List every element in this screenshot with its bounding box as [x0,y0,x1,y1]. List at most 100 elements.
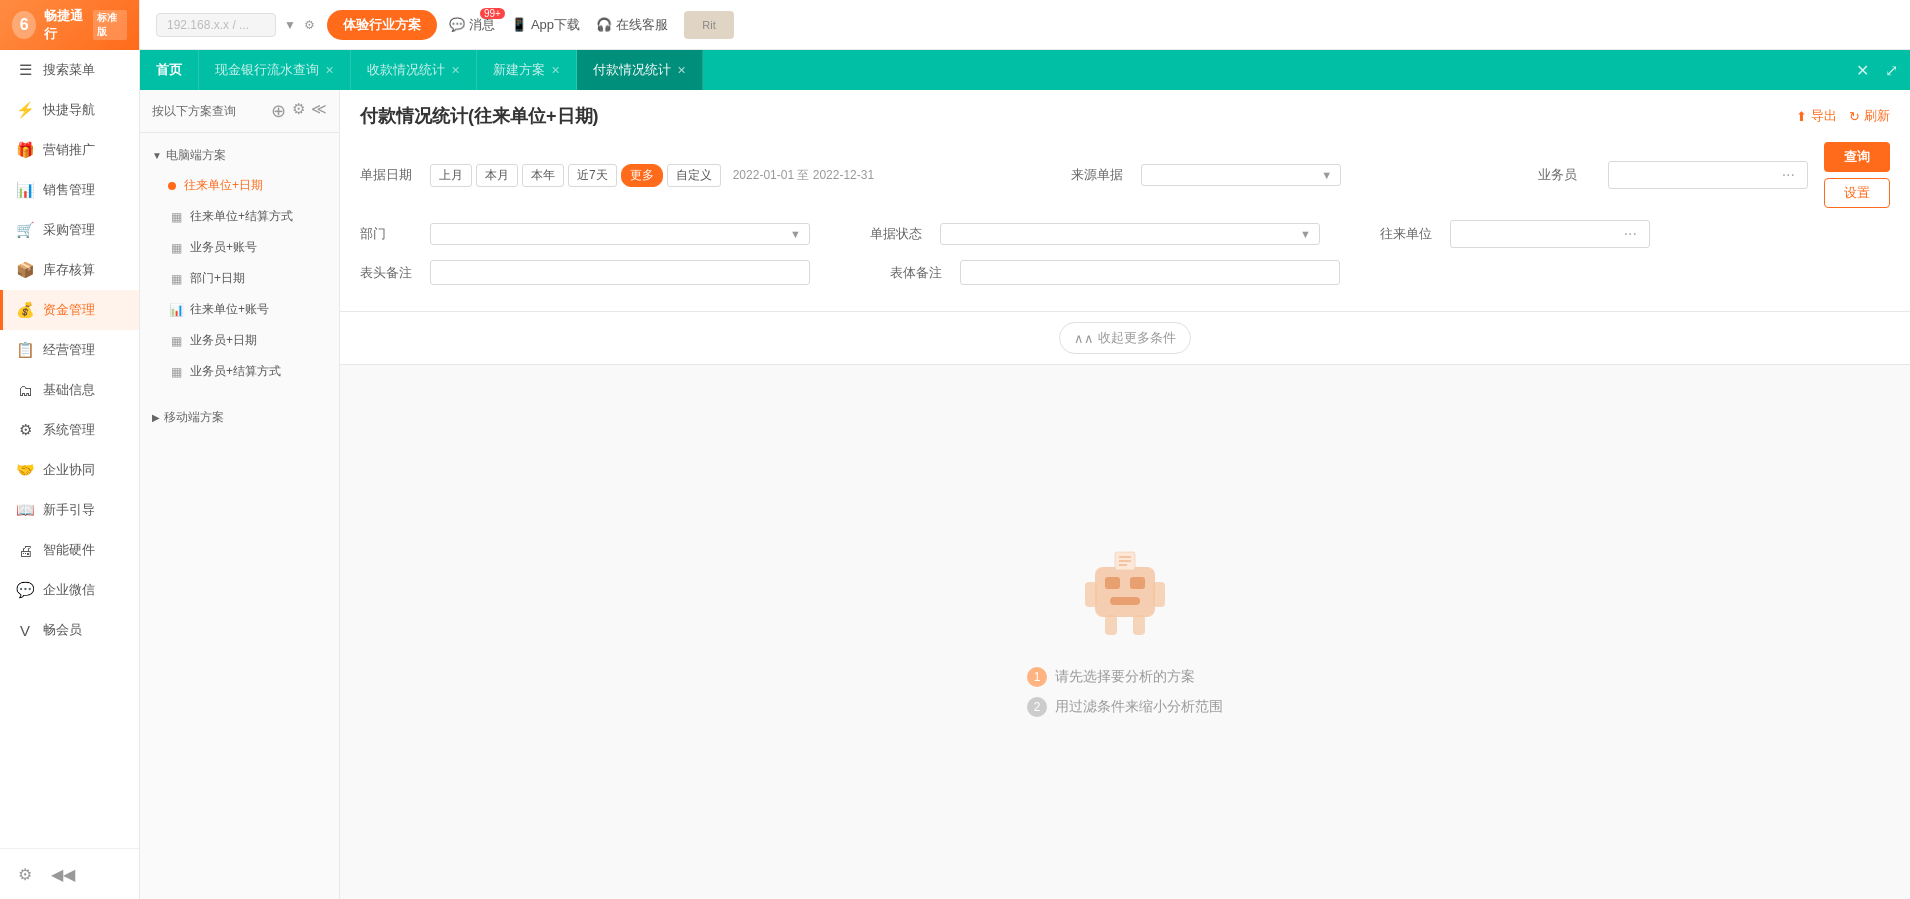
scheme-item-label-staff-date: 业务员+日期 [190,332,257,349]
sidebar-item-guide[interactable]: 📖 新手引导 [0,490,139,530]
expand-icon[interactable]: ⤢ [1881,57,1902,84]
scheme-item-staff-date[interactable]: ▦业务员+日期 [140,325,339,356]
query-btn[interactable]: 查询 [1824,142,1890,172]
sidebar-label-sales: 销售管理 [43,181,95,199]
online-service-item[interactable]: 🎧 在线客服 [596,16,668,34]
sidebar-label-purchase: 采购管理 [43,221,95,239]
tab-home[interactable]: 首页 [140,50,199,90]
tab-label-income-stat: 收款情况统计 [367,61,445,79]
avatar[interactable]: Rit [684,11,734,39]
sidebar-item-hardware[interactable]: 🖨 智能硬件 [0,530,139,570]
staff-select[interactable]: ··· [1608,161,1808,189]
sidebar-icon-system: ⚙ [15,420,35,440]
export-btn[interactable]: ⬆ 导出 [1796,107,1837,125]
action-btns-right: 查询 设置 [1824,142,1890,208]
sidebar-item-base-info[interactable]: 🗂 基础信息 [0,370,139,410]
body-note-input[interactable] [961,261,1339,284]
scheme-item-label-staff-settle: 业务员+结算方式 [190,363,281,380]
scheme-item-unit-account[interactable]: 📊往来单位+账号 [140,294,339,325]
unit-select[interactable]: ··· [1450,220,1650,248]
sidebar: 6 畅捷通行 标准版 ☰ 搜索菜单 ⚡ 快捷导航 🎁 营销推广 📊 销售管理 🛒… [0,0,140,899]
sidebar-item-inventory[interactable]: 📦 库存核算 [0,250,139,290]
scheme-item-label-unit-settle: 往来单位+结算方式 [190,208,293,225]
message-icon: 💬 [449,17,465,32]
collapse-scheme-icon[interactable]: ≪ [311,100,327,122]
tab-new-plan[interactable]: 新建方案 ✕ [477,50,577,90]
sidebar-item-operations[interactable]: 📋 经营管理 [0,330,139,370]
sidebar-item-marketing[interactable]: 🎁 营销推广 [0,130,139,170]
sidebar-icon-marketing: 🎁 [15,140,35,160]
scheme-item-unit-date[interactable]: 往来单位+日期 [140,170,339,201]
scheme-item-dept-date[interactable]: ▦部门+日期 [140,263,339,294]
date-filter-row: 单据日期 上月 本月 本年 近7天 更多 自定义 2022-01-01 至 20… [360,142,1890,208]
svg-rect-6 [1105,615,1117,635]
topbar: 192.168.x.x / ... ▼ ⚙ 体验行业方案 💬 消息 99+ 📱 … [140,0,1910,50]
tab-income-stat[interactable]: 收款情况统计 ✕ [351,50,477,90]
result-area: 1 请先选择要分析的方案 2 用过滤条件来缩小分析范围 [340,365,1910,899]
notes-filter-row: 表头备注 表体备注 [360,260,1890,285]
collapse-sidebar-icon[interactable]: ◀◀ [48,859,78,889]
date-btn-custom[interactable]: 自定义 [667,164,721,187]
tab-close-new-plan[interactable]: ✕ [551,64,560,77]
sidebar-item-wechat[interactable]: 💬 企业微信 [0,570,139,610]
scheme-panel-actions: ⊕ ⚙ ≪ [271,100,327,122]
messages-item[interactable]: 💬 消息 99+ [449,16,495,34]
date-btn-this-year[interactable]: 本年 [522,164,564,187]
staff-label: 业务员 [1538,166,1608,184]
source-select[interactable]: ▼ [1141,164,1341,186]
sidebar-item-vip[interactable]: V 畅会员 [0,610,139,650]
scheme-section-title-desktop[interactable]: ▼电脑端方案 [140,141,339,170]
settings-btn[interactable]: 设置 [1824,178,1890,208]
sidebar-item-quick-nav[interactable]: ⚡ 快捷导航 [0,90,139,130]
scheme-item-staff-account[interactable]: ▦业务员+账号 [140,232,339,263]
date-btn-last-7-days[interactable]: 近7天 [568,164,617,187]
tab-label-new-plan: 新建方案 [493,61,545,79]
dept-select[interactable]: ▼ [430,223,810,245]
scheme-item-label-unit-date: 往来单位+日期 [184,177,263,194]
date-btn-last-month[interactable]: 上月 [430,164,472,187]
sidebar-item-sales[interactable]: 📊 销售管理 [0,170,139,210]
sidebar-label-search-menu: 搜索菜单 [43,61,95,79]
sidebar-item-system[interactable]: ⚙ 系统管理 [0,410,139,450]
scheme-section-title-mobile[interactable]: ▶移动端方案 [140,403,339,432]
tab-close-bank-flow[interactable]: ✕ [325,64,334,77]
scheme-item-unit-settle[interactable]: ▦往来单位+结算方式 [140,201,339,232]
scheme-item-staff-settle[interactable]: ▦业务员+结算方式 [140,356,339,387]
date-btn-this-month[interactable]: 本月 [476,164,518,187]
tab-close-payment-stat[interactable]: ✕ [677,64,686,77]
header-note-input[interactable] [431,261,809,284]
scheme-panel: 按以下方案查询 ⊕ ⚙ ≪ ▼电脑端方案往来单位+日期▦往来单位+结算方式▦业务… [140,90,340,899]
service-icon: 🎧 [596,17,612,32]
settings-scheme-icon[interactable]: ⚙ [292,100,305,122]
app-label: App下载 [531,16,580,34]
add-scheme-icon[interactable]: ⊕ [271,100,286,122]
trial-btn[interactable]: 体验行业方案 [327,10,437,40]
sidebar-item-purchase[interactable]: 🛒 采购管理 [0,210,139,250]
active-dot-unit-date [168,182,176,190]
collapse-btn[interactable]: ∧∧ 收起更多条件 [1059,322,1191,354]
sidebar-item-search-menu[interactable]: ☰ 搜索菜单 [0,50,139,90]
topbar-dropdown-icon[interactable]: ▼ [284,18,296,32]
sidebar-label-base-info: 基础信息 [43,381,95,399]
date-range-text: 2022-01-01 至 2022-12-31 [733,167,874,184]
refresh-btn[interactable]: ↻ 刷新 [1849,107,1890,125]
empty-illustration [1065,547,1185,647]
main-content: 192.168.x.x / ... ▼ ⚙ 体验行业方案 💬 消息 99+ 📱 … [140,0,1910,899]
close-tab-icon[interactable]: ✕ [1852,57,1873,84]
scheme-item-label-staff-account: 业务员+账号 [190,239,257,256]
doc-status-select[interactable]: ▼ [940,223,1320,245]
tab-close-income-stat[interactable]: ✕ [451,64,460,77]
sidebar-item-finance[interactable]: 💰 资金管理 [0,290,139,330]
sidebar-footer: ⚙ ◀◀ [0,848,139,899]
date-btn-more[interactable]: 更多 [621,164,663,187]
tabs-actions: ✕ ⤢ [1852,57,1910,84]
tab-bank-flow[interactable]: 现金银行流水查询✕ [199,50,351,90]
sidebar-icon-cooperation: 🤝 [15,460,35,480]
topbar-settings-icon[interactable]: ⚙ [304,18,315,32]
settings-footer-icon[interactable]: ⚙ [10,859,40,889]
service-label: 在线客服 [616,16,668,34]
scheme-section-arrow-desktop: ▼ [152,150,162,161]
sidebar-item-cooperation[interactable]: 🤝 企业协同 [0,450,139,490]
tab-payment-stat[interactable]: 付款情况统计✕ [577,50,703,90]
app-download-item[interactable]: 📱 App下载 [511,16,580,34]
